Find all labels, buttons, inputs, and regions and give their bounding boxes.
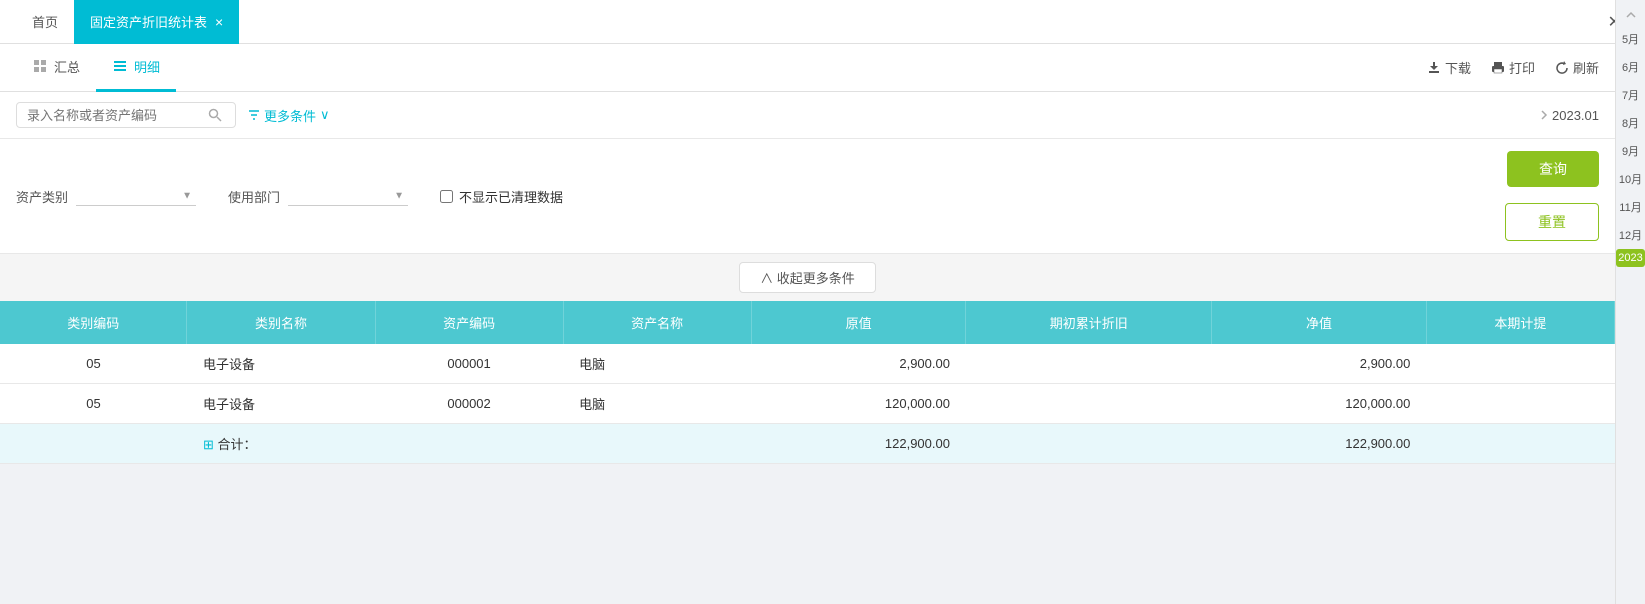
cell-category-name-2: 电子设备 bbox=[187, 384, 375, 424]
top-nav: 首页 固定资产折旧统计表 × ✕ bbox=[0, 0, 1645, 44]
filter-area: 资产类别 使用部门 不显示已清理数据 bbox=[0, 139, 1615, 254]
total-row: ⊞ 合计： 122,900.00 122,900.00 bbox=[0, 424, 1615, 464]
query-button[interactable]: 查询 bbox=[1507, 151, 1599, 187]
cell-current-dep-1 bbox=[1426, 344, 1614, 384]
action-buttons: 查询 重置 bbox=[1505, 151, 1599, 241]
total-original-value: 122,900.00 bbox=[751, 424, 966, 464]
print-icon bbox=[1491, 61, 1505, 75]
col-asset-name: 资产名称 bbox=[563, 301, 751, 344]
sub-tabs: 汇总 明细 下载 打印 刷新 bbox=[0, 44, 1615, 92]
sidebar-month-6[interactable]: 6月 bbox=[1622, 53, 1639, 81]
toolbar-right: 下载 打印 刷新 bbox=[1427, 58, 1599, 77]
search-bar: 更多条件 ∨ 2023.01 bbox=[0, 92, 1615, 139]
col-current-depreciation: 本期计提 bbox=[1426, 301, 1614, 344]
sidebar-month-11[interactable]: 11月 bbox=[1619, 193, 1641, 221]
summary-icon bbox=[32, 58, 48, 74]
table-wrap: 类别编码 类别名称 资产编码 资产名称 原值 期初累计折旧 净值 本期计提 05… bbox=[0, 301, 1615, 464]
refresh-icon bbox=[1555, 61, 1569, 75]
cell-category-name-1: 电子设备 bbox=[187, 344, 375, 384]
dept-label: 使用部门 bbox=[228, 187, 280, 206]
detail-label: 明细 bbox=[134, 57, 160, 76]
total-acc-dep bbox=[966, 424, 1212, 464]
collapse-button[interactable]: ∧ 收起更多条件 bbox=[739, 262, 876, 293]
scroll-up-icon bbox=[1624, 8, 1638, 22]
hide-cleared-checkbox-item[interactable]: 不显示已清理数据 bbox=[440, 187, 563, 206]
cell-acc-dep-2 bbox=[966, 384, 1212, 424]
home-tab[interactable]: 首页 bbox=[16, 12, 74, 31]
col-original-value: 原值 bbox=[751, 301, 966, 344]
total-net-value: 122,900.00 bbox=[1212, 424, 1427, 464]
cell-original-value-2: 120,000.00 bbox=[751, 384, 966, 424]
asset-type-select-wrap bbox=[76, 186, 196, 206]
asset-type-label: 资产类别 bbox=[16, 187, 68, 206]
tab-detail[interactable]: 明细 bbox=[96, 44, 176, 92]
download-button[interactable]: 下载 bbox=[1427, 58, 1471, 77]
summary-label: 汇总 bbox=[54, 57, 80, 76]
download-icon bbox=[1427, 61, 1441, 75]
cell-asset-name-1: 电脑 bbox=[563, 344, 751, 384]
active-tab[interactable]: 固定资产折旧统计表 × bbox=[74, 0, 239, 44]
chevron-down-icon: ∨ bbox=[320, 107, 330, 123]
table-header-row: 类别编码 类别名称 资产编码 资产名称 原值 期初累计折旧 净值 本期计提 bbox=[0, 301, 1615, 344]
sidebar-year-2023[interactable]: 2023 bbox=[1616, 249, 1645, 267]
hide-cleared-checkbox[interactable] bbox=[440, 190, 453, 203]
sidebar-month-10[interactable]: 10月 bbox=[1619, 165, 1642, 193]
nav-arrow-icon[interactable] bbox=[1534, 108, 1548, 122]
dept-filter: 使用部门 bbox=[228, 186, 408, 206]
cell-current-dep-2 bbox=[1426, 384, 1614, 424]
search-input-wrap bbox=[16, 102, 236, 128]
cell-category-code-2: 05 bbox=[0, 384, 187, 424]
total-label-cell: ⊞ 合计： bbox=[187, 424, 751, 464]
col-category-name: 类别名称 bbox=[187, 301, 375, 344]
date-label: 2023.01 bbox=[1552, 108, 1599, 123]
tab-close-icon[interactable]: × bbox=[215, 14, 223, 30]
main-content: 汇总 明细 下载 打印 刷新 bbox=[0, 44, 1615, 604]
more-conditions-button[interactable]: 更多条件 ∨ bbox=[248, 106, 330, 125]
sidebar-month-5[interactable]: 5月 bbox=[1622, 25, 1639, 53]
sidebar-month-8[interactable]: 8月 bbox=[1622, 109, 1639, 137]
total-icon: ⊞ bbox=[203, 437, 214, 452]
sidebar-scroll-up[interactable] bbox=[1624, 8, 1638, 25]
cell-original-value-1: 2,900.00 bbox=[751, 344, 966, 384]
right-sidebar: 5月 6月 7月 8月 9月 10月 11月 12月 2023 bbox=[1615, 0, 1645, 604]
refresh-button[interactable]: 刷新 bbox=[1555, 58, 1599, 77]
print-button[interactable]: 打印 bbox=[1491, 58, 1535, 77]
asset-type-select[interactable] bbox=[76, 186, 196, 206]
tab-summary[interactable]: 汇总 bbox=[16, 44, 96, 92]
cell-asset-code-2: 000002 bbox=[375, 384, 563, 424]
sidebar-month-9[interactable]: 9月 bbox=[1622, 137, 1639, 165]
reset-button[interactable]: 重置 bbox=[1505, 203, 1599, 241]
search-input[interactable] bbox=[27, 108, 207, 123]
collapse-row: ∧ 收起更多条件 bbox=[0, 254, 1615, 301]
table-row: 05 电子设备 000001 电脑 2,900.00 2,900.00 bbox=[0, 344, 1615, 384]
total-current-dep bbox=[1426, 424, 1614, 464]
filter-row: 资产类别 使用部门 不显示已清理数据 bbox=[16, 151, 1599, 241]
cell-asset-code-1: 000001 bbox=[375, 344, 563, 384]
search-icon bbox=[207, 107, 223, 123]
cell-net-value-2: 120,000.00 bbox=[1212, 384, 1427, 424]
sidebar-month-12[interactable]: 12月 bbox=[1619, 221, 1642, 249]
dept-select[interactable] bbox=[288, 186, 408, 206]
table-row: 05 电子设备 000002 电脑 120,000.00 120,000.00 bbox=[0, 384, 1615, 424]
sidebar-month-7[interactable]: 7月 bbox=[1622, 81, 1639, 109]
col-net-value: 净值 bbox=[1212, 301, 1427, 344]
tab-label: 固定资产折旧统计表 bbox=[90, 12, 207, 31]
col-category-code: 类别编码 bbox=[0, 301, 187, 344]
dept-select-wrap bbox=[288, 186, 408, 206]
total-label: 合计： bbox=[218, 437, 257, 452]
hide-cleared-label: 不显示已清理数据 bbox=[459, 187, 563, 206]
cell-category-code-1: 05 bbox=[0, 344, 187, 384]
cell-net-value-1: 2,900.00 bbox=[1212, 344, 1427, 384]
filter-icon bbox=[248, 109, 260, 121]
cell-acc-dep-1 bbox=[966, 344, 1212, 384]
more-conditions-label: 更多条件 bbox=[264, 106, 316, 125]
data-table: 类别编码 类别名称 资产编码 资产名称 原值 期初累计折旧 净值 本期计提 05… bbox=[0, 301, 1615, 464]
cell-asset-name-2: 电脑 bbox=[563, 384, 751, 424]
total-empty-1 bbox=[0, 424, 187, 464]
col-acc-depreciation: 期初累计折旧 bbox=[966, 301, 1212, 344]
col-asset-code: 资产编码 bbox=[375, 301, 563, 344]
detail-icon bbox=[112, 58, 128, 74]
asset-type-filter: 资产类别 bbox=[16, 186, 196, 206]
